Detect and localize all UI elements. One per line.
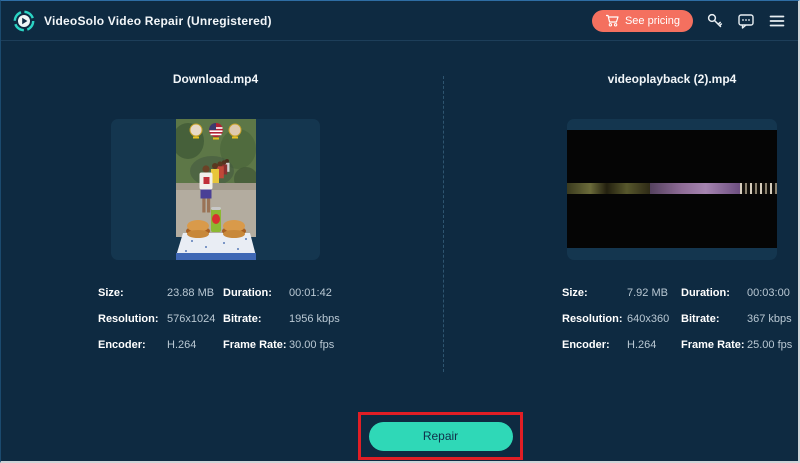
meta-value: 7.92 MB	[627, 287, 668, 299]
meta-label: Encoder:	[562, 339, 610, 351]
meta-label: Frame Rate:	[681, 339, 745, 351]
panel-divider	[443, 76, 444, 372]
meta-value: H.264	[627, 339, 657, 351]
meta-label: Bitrate:	[223, 313, 262, 325]
app-logo-icon	[13, 10, 35, 31]
meta-label: Encoder:	[98, 339, 146, 351]
meta-value: 30.00 fps	[289, 339, 335, 351]
app-title: VideoSolo Video Repair (Unregistered)	[44, 13, 272, 28]
meta-label: Duration:	[681, 287, 730, 299]
glitch-segment	[567, 183, 650, 194]
right-video-metadata: Size: 7.92 MB Duration: 00:03:00 Resolut…	[562, 280, 792, 358]
meta-label: Bitrate:	[681, 313, 720, 325]
meta-value: H.264	[167, 339, 197, 351]
right-video-thumbnail[interactable]	[567, 130, 777, 248]
meta-label: Size:	[98, 287, 124, 299]
left-video-thumbnail[interactable]	[176, 119, 256, 260]
titlebar: VideoSolo Video Repair (Unregistered) Se…	[1, 1, 798, 41]
meta-value: 1956 kbps	[289, 313, 340, 325]
left-video-filename: Download.mp4	[172, 72, 259, 86]
meta-label: Resolution:	[98, 313, 159, 325]
register-key-icon[interactable]	[706, 12, 724, 30]
meta-value: 576x1024	[167, 313, 216, 325]
meta-label: Duration:	[223, 287, 272, 299]
meta-label: Size:	[562, 287, 588, 299]
meta-value: 25.00 fps	[747, 339, 793, 351]
feedback-chat-icon[interactable]	[737, 12, 755, 30]
main-content: Download.mp4 Size: 23.88 MB Duration: 00…	[1, 42, 797, 461]
meta-value: 23.88 MB	[167, 287, 215, 299]
right-video-filename: videoplayback (2).mp4	[607, 72, 737, 86]
see-pricing-label: See pricing	[624, 14, 680, 27]
meta-label: Resolution:	[562, 313, 623, 325]
meta-value: 00:03:00	[747, 287, 790, 299]
glitch-segment	[740, 183, 777, 194]
menu-icon[interactable]	[768, 12, 786, 30]
repair-button[interactable]: Repair	[368, 421, 513, 451]
corrupted-frame-glitch	[567, 183, 777, 194]
see-pricing-button[interactable]: See pricing	[591, 9, 693, 32]
left-video-metadata: Size: 23.88 MB Duration: 00:01:42 Resolu…	[98, 280, 340, 358]
app-window: VideoSolo Video Repair (Unregistered) Se…	[0, 0, 800, 463]
cart-icon	[605, 14, 619, 27]
meta-value: 640x360	[627, 313, 670, 325]
titlebar-actions: See pricing	[591, 9, 786, 32]
repair-highlight-box: Repair	[358, 412, 523, 460]
meta-value: 367 kbps	[747, 313, 792, 325]
meta-label: Frame Rate:	[223, 339, 287, 351]
meta-value: 00:01:42	[289, 287, 332, 299]
left-thumbnail-scene	[176, 119, 256, 260]
glitch-segment	[650, 183, 740, 194]
